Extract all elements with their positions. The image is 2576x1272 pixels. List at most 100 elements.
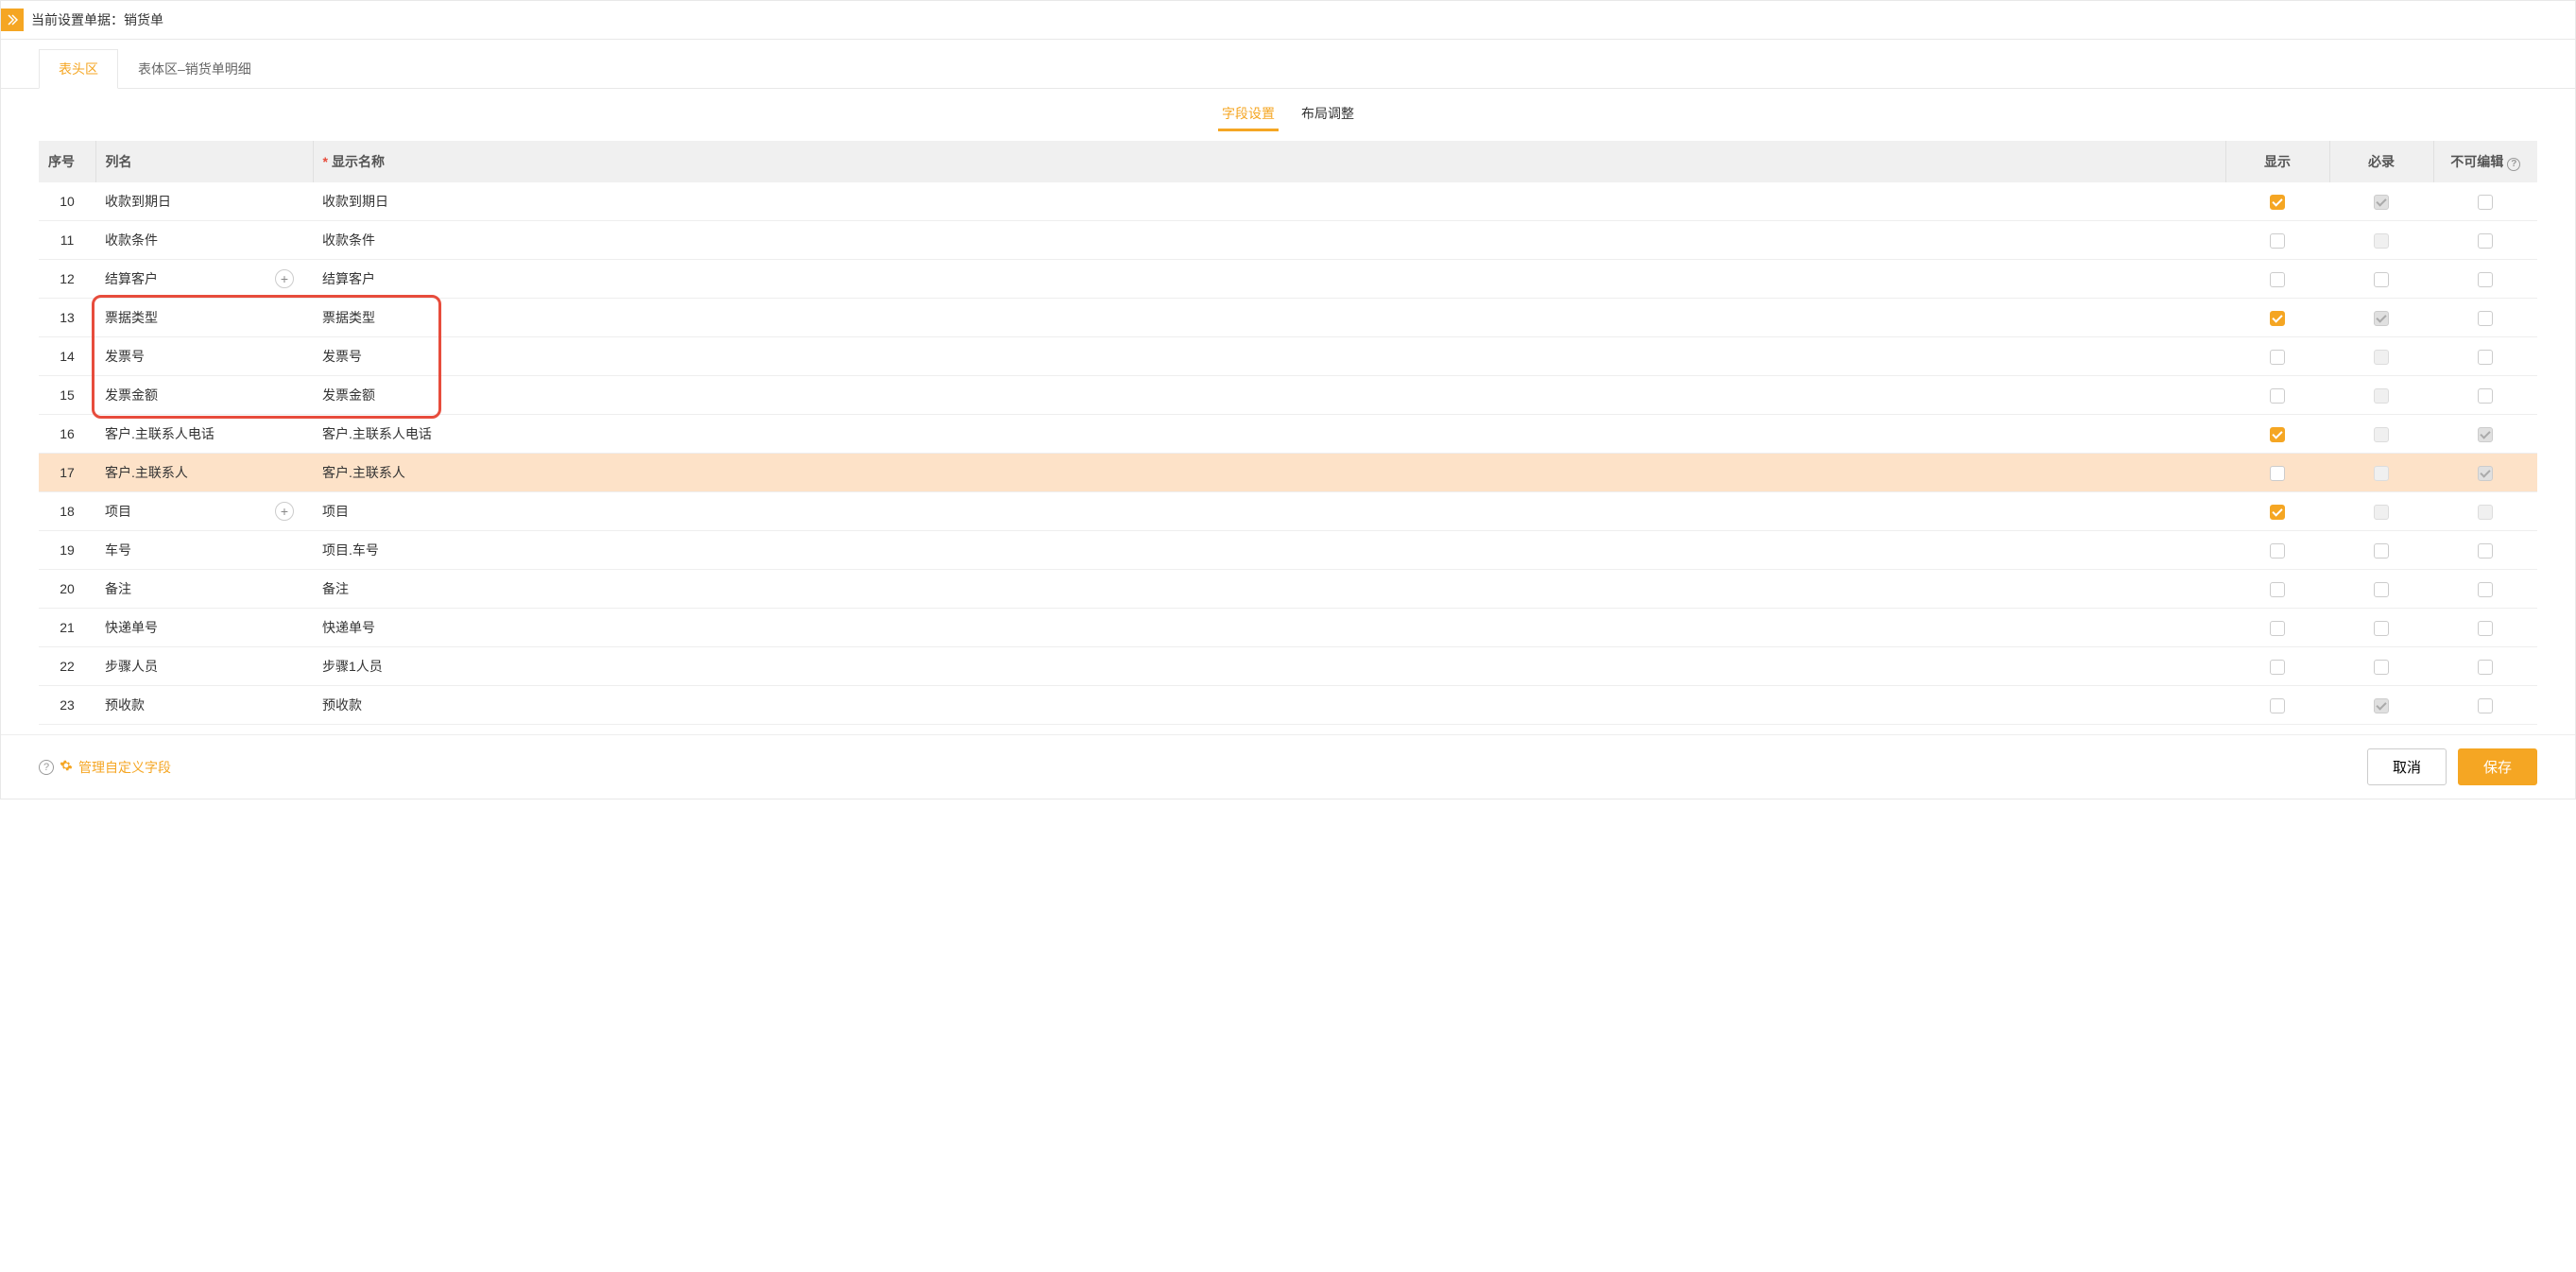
row-required-cell [2329, 531, 2433, 570]
row-show-cell [2225, 182, 2329, 221]
table-row: 17客户.主联系人客户.主联系人 [39, 454, 2537, 492]
show-checkbox[interactable] [2270, 350, 2285, 365]
readonly-checkbox[interactable] [2478, 582, 2493, 597]
tab-0[interactable]: 表头区 [39, 49, 118, 89]
row-display-name[interactable]: 备注 [313, 570, 2225, 609]
row-display-name[interactable]: 项目 [313, 492, 2225, 531]
row-name: 快递单号 [95, 609, 313, 647]
subtab-1[interactable]: 布局调整 [1297, 98, 1358, 131]
row-display-name[interactable]: 发票金额 [313, 376, 2225, 415]
table-row: 18项目+项目 [39, 492, 2537, 531]
row-name: 车号 [95, 531, 313, 570]
row-name: 收款条件 [95, 221, 313, 260]
readonly-checkbox[interactable] [2478, 195, 2493, 210]
row-readonly-cell [2433, 260, 2537, 299]
show-checkbox[interactable] [2270, 660, 2285, 675]
show-checkbox[interactable] [2270, 311, 2285, 326]
row-seq: 10 [39, 182, 95, 221]
show-checkbox[interactable] [2270, 233, 2285, 249]
row-readonly-cell [2433, 454, 2537, 492]
table-row: 22步骤人员步骤1人员 [39, 647, 2537, 686]
save-button[interactable]: 保存 [2458, 748, 2537, 785]
row-show-cell [2225, 260, 2329, 299]
show-checkbox[interactable] [2270, 388, 2285, 404]
show-checkbox[interactable] [2270, 698, 2285, 713]
help-icon[interactable]: ? [39, 760, 54, 775]
row-required-cell [2329, 182, 2433, 221]
show-checkbox[interactable] [2270, 466, 2285, 481]
row-seq: 16 [39, 415, 95, 454]
table-row: 16客户.主联系人电话客户.主联系人电话 [39, 415, 2537, 454]
row-display-name[interactable]: 发票号 [313, 337, 2225, 376]
row-name: 收款到期日 [95, 182, 313, 221]
row-required-cell [2329, 609, 2433, 647]
readonly-checkbox[interactable] [2478, 311, 2493, 326]
col-header-name: 列名 [95, 141, 313, 182]
readonly-checkbox[interactable] [2478, 698, 2493, 713]
readonly-checkbox[interactable] [2478, 350, 2493, 365]
row-readonly-cell [2433, 182, 2537, 221]
row-display-name[interactable]: 步骤1人员 [313, 647, 2225, 686]
required-star-icon: * [323, 154, 328, 169]
show-checkbox[interactable] [2270, 582, 2285, 597]
readonly-checkbox[interactable] [2478, 272, 2493, 287]
row-readonly-cell [2433, 376, 2537, 415]
row-display-name[interactable]: 客户.主联系人电话 [313, 415, 2225, 454]
row-name-text: 票据类型 [105, 310, 158, 325]
required-checkbox[interactable] [2374, 621, 2389, 636]
sub-tabs: 字段设置布局调整 [1, 88, 2575, 141]
row-name-text: 车号 [105, 542, 131, 558]
expand-toggle[interactable] [1, 9, 24, 31]
show-checkbox[interactable] [2270, 272, 2285, 287]
tab-1[interactable]: 表体区–销货单明细 [118, 49, 271, 89]
header-title-prefix: 当前设置单据： [31, 10, 124, 29]
row-readonly-cell [2433, 531, 2537, 570]
row-name-text: 收款到期日 [105, 194, 171, 209]
table-row: 19车号项目.车号 [39, 531, 2537, 570]
required-checkbox[interactable] [2374, 660, 2389, 675]
row-name-text: 客户.主联系人 [105, 465, 188, 480]
row-name-text: 收款条件 [105, 232, 158, 248]
readonly-checkbox [2478, 505, 2493, 520]
show-checkbox[interactable] [2270, 195, 2285, 210]
row-display-name[interactable]: 收款到期日 [313, 182, 2225, 221]
required-checkbox[interactable] [2374, 582, 2389, 597]
readonly-checkbox[interactable] [2478, 543, 2493, 559]
required-checkbox [2374, 350, 2389, 365]
readonly-checkbox [2478, 466, 2493, 481]
required-checkbox [2374, 466, 2389, 481]
row-display-name[interactable]: 收款条件 [313, 221, 2225, 260]
row-required-cell [2329, 337, 2433, 376]
help-icon[interactable]: ? [2507, 158, 2520, 171]
add-subfield-button[interactable]: + [275, 502, 294, 521]
row-display-name[interactable]: 结算客户 [313, 260, 2225, 299]
manage-custom-fields-link[interactable]: 管理自定义字段 [78, 758, 171, 777]
col-header-display: *显示名称 [313, 141, 2225, 182]
show-checkbox[interactable] [2270, 505, 2285, 520]
readonly-checkbox[interactable] [2478, 621, 2493, 636]
readonly-checkbox[interactable] [2478, 660, 2493, 675]
show-checkbox[interactable] [2270, 543, 2285, 559]
required-checkbox[interactable] [2374, 543, 2389, 559]
row-readonly-cell [2433, 221, 2537, 260]
add-subfield-button[interactable]: + [275, 269, 294, 288]
row-show-cell [2225, 337, 2329, 376]
row-required-cell [2329, 686, 2433, 725]
header-bar: 当前设置单据： 销货单 [1, 1, 2575, 40]
show-checkbox[interactable] [2270, 427, 2285, 442]
row-display-name[interactable]: 客户.主联系人 [313, 454, 2225, 492]
required-checkbox[interactable] [2374, 272, 2389, 287]
row-name-text: 快递单号 [105, 620, 158, 635]
row-display-name[interactable]: 票据类型 [313, 299, 2225, 337]
row-name: 客户.主联系人 [95, 454, 313, 492]
row-display-name[interactable]: 项目.车号 [313, 531, 2225, 570]
row-required-cell [2329, 299, 2433, 337]
cancel-button[interactable]: 取消 [2367, 748, 2447, 785]
readonly-checkbox[interactable] [2478, 233, 2493, 249]
row-required-cell [2329, 570, 2433, 609]
subtab-0[interactable]: 字段设置 [1218, 98, 1279, 131]
show-checkbox[interactable] [2270, 621, 2285, 636]
row-display-name[interactable]: 快递单号 [313, 609, 2225, 647]
readonly-checkbox[interactable] [2478, 388, 2493, 404]
row-display-name[interactable]: 预收款 [313, 686, 2225, 725]
